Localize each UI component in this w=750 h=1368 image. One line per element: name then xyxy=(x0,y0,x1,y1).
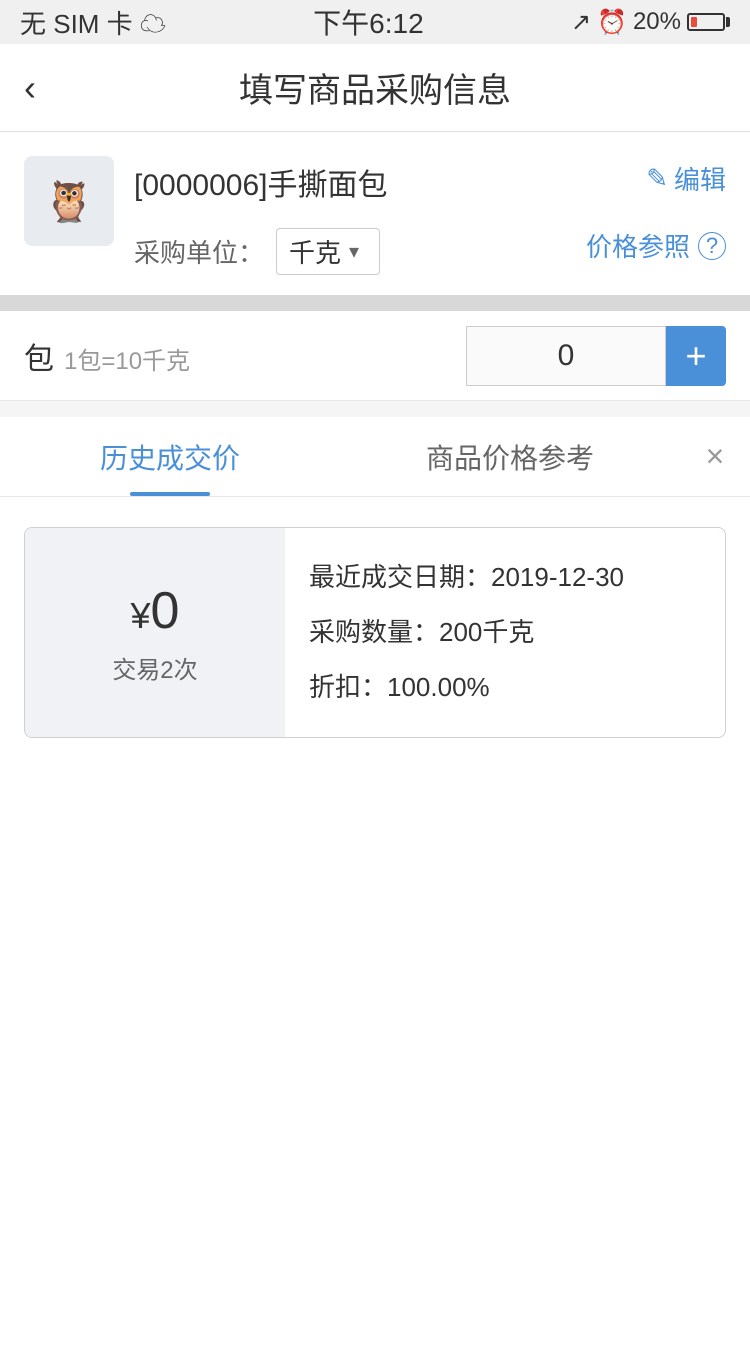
page-body xyxy=(0,768,750,1368)
unit-label: 采购单位： xyxy=(134,233,264,270)
trade-count: 交易2次 xyxy=(112,650,197,685)
tab-bar: 历史成交价 商品价格参考 × xyxy=(0,417,750,497)
page-title: 填写商品采购信息 xyxy=(239,63,511,112)
chevron-down-icon: ▾ xyxy=(349,239,359,264)
product-logo-icon: 🦉 xyxy=(44,178,94,225)
section-divider xyxy=(0,295,750,311)
quantity-conversion: 1包=10千克 xyxy=(64,341,190,376)
back-button[interactable]: ‹ xyxy=(24,67,36,109)
price-ref-link[interactable]: 价格参照 xyxy=(586,227,690,264)
discount-row: 折扣：100.00% xyxy=(309,668,701,707)
unit-select[interactable]: 千克 ▾ xyxy=(276,228,380,275)
history-price-card: ¥0 交易2次 最近成交日期：2019-12-30 采购数量：200千克 折扣：… xyxy=(24,527,726,738)
product-unit-row: 采购单位： 千克 ▾ xyxy=(134,228,387,275)
quantity-unit: 包 xyxy=(24,334,54,378)
price-reference-row: 价格参照 ? xyxy=(586,227,726,264)
battery-icon xyxy=(687,13,730,31)
recent-date-value: 2019-12-30 xyxy=(491,562,624,592)
quantity-input[interactable]: 0 xyxy=(466,326,666,386)
edit-icon: ✎ xyxy=(646,163,668,194)
discount-value: 100.00% xyxy=(387,672,490,702)
quantity-label-group: 包 1包=10千克 xyxy=(24,334,190,378)
nav-bar: ‹ 填写商品采购信息 xyxy=(0,44,750,132)
tab-product-price-ref-label: 商品价格参考 xyxy=(426,437,594,477)
price-card-left: ¥0 交易2次 xyxy=(25,528,285,737)
purchase-qty-value: 200千克 xyxy=(439,617,534,647)
status-right: ↗ ⏰ 20% xyxy=(571,8,730,37)
product-name: [0000006]手撕面包 xyxy=(134,160,387,204)
product-info: [0000006]手撕面包 采购单位： 千克 ▾ xyxy=(134,156,387,275)
status-time: 下午6:12 xyxy=(313,2,424,42)
history-price-main: ¥0 xyxy=(131,580,180,642)
tab-product-price-ref[interactable]: 商品价格参考 xyxy=(340,417,680,496)
tab-history-price[interactable]: 历史成交价 xyxy=(0,417,340,496)
tab-close-button[interactable]: × xyxy=(680,438,750,475)
product-image: 🦉 xyxy=(24,156,114,246)
quantity-row: 包 1包=10千克 0 + xyxy=(0,311,750,401)
product-card: 🦉 [0000006]手撕面包 采购单位： 千克 ▾ ✎ 编辑 价格参照 xyxy=(0,132,750,295)
status-left: 无 SIM 卡 ☁ xyxy=(20,4,166,41)
price-card-right: 最近成交日期：2019-12-30 采购数量：200千克 折扣：100.00% xyxy=(285,528,725,737)
tab-content-history: ¥0 交易2次 最近成交日期：2019-12-30 采购数量：200千克 折扣：… xyxy=(0,497,750,768)
edit-label: 编辑 xyxy=(674,160,726,197)
status-bar: 无 SIM 卡 ☁ 下午6:12 ↗ ⏰ 20% xyxy=(0,0,750,44)
quantity-increment-button[interactable]: + xyxy=(666,326,726,386)
no-sim-label: 无 SIM 卡 ☁ xyxy=(20,4,166,41)
tab-section: 历史成交价 商品价格参考 × ¥0 交易2次 最近成交日期：2019-12-30… xyxy=(0,417,750,768)
recent-date-row: 最近成交日期：2019-12-30 xyxy=(309,558,701,597)
unit-value: 千克 xyxy=(289,233,341,270)
edit-button[interactable]: ✎ 编辑 xyxy=(646,160,726,197)
purchase-qty-row: 采购数量：200千克 xyxy=(309,613,701,652)
currency-symbol: ¥ xyxy=(131,595,151,636)
help-icon[interactable]: ? xyxy=(698,232,726,260)
purchase-qty-label: 采购数量： xyxy=(309,617,439,647)
location-icon: ↗ xyxy=(571,8,591,37)
alarm-icon: ⏰ xyxy=(597,8,627,37)
battery-percent: 20% xyxy=(633,8,681,36)
price-value: 0 xyxy=(151,582,180,640)
recent-date-label: 最近成交日期： xyxy=(309,562,491,592)
tab-underline xyxy=(130,492,210,496)
discount-label: 折扣： xyxy=(309,672,387,702)
quantity-controls: 0 + xyxy=(466,326,726,386)
tab-history-price-label: 历史成交价 xyxy=(100,437,240,477)
